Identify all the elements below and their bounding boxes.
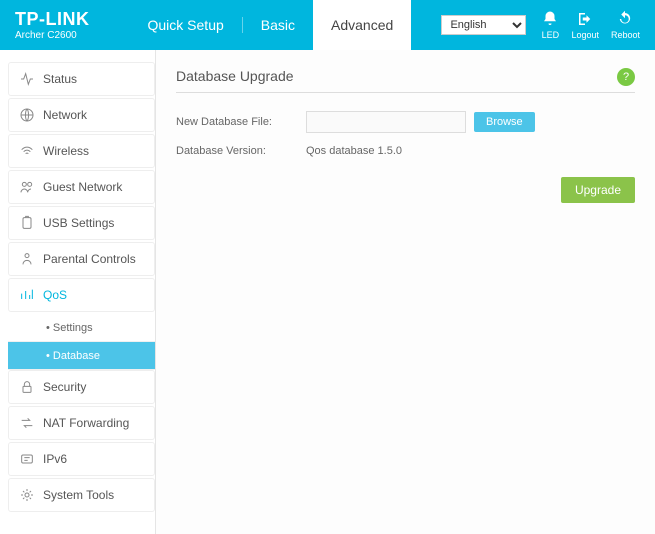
logout-icon bbox=[576, 10, 594, 28]
lock-icon bbox=[19, 379, 35, 395]
upgrade-button[interactable]: Upgrade bbox=[561, 177, 635, 203]
tab-quick-setup[interactable]: Quick Setup bbox=[130, 0, 242, 50]
reboot-button[interactable]: Reboot bbox=[611, 10, 640, 40]
guest-icon bbox=[19, 179, 35, 195]
tab-basic[interactable]: Basic bbox=[243, 0, 313, 50]
tab-advanced[interactable]: Advanced bbox=[313, 0, 411, 50]
file-row: New Database File: Browse bbox=[176, 111, 635, 133]
wifi-icon bbox=[19, 143, 35, 159]
parental-icon bbox=[19, 251, 35, 267]
header-icons: LED Logout Reboot bbox=[541, 10, 640, 40]
logout-button[interactable]: Logout bbox=[571, 10, 599, 40]
version-row: Database Version: Qos database 1.5.0 bbox=[176, 145, 635, 157]
file-label: New Database File: bbox=[176, 116, 306, 128]
main: Status Network Wireless Guest Network US… bbox=[0, 50, 655, 534]
sidebar-item-security[interactable]: Security bbox=[8, 370, 155, 404]
sidebar-item-system-tools[interactable]: System Tools bbox=[8, 478, 155, 512]
sidebar-sub-settings[interactable]: • Settings bbox=[8, 314, 155, 342]
sidebar-sub-database[interactable]: • Database bbox=[8, 342, 155, 370]
sidebar-item-network[interactable]: Network bbox=[8, 98, 155, 132]
sidebar: Status Network Wireless Guest Network US… bbox=[0, 50, 156, 534]
usb-icon bbox=[19, 215, 35, 231]
browse-button[interactable]: Browse bbox=[474, 112, 535, 132]
header: TP-LINK Archer C2600 Quick Setup Basic A… bbox=[0, 0, 655, 50]
content: ? Database Upgrade New Database File: Br… bbox=[156, 50, 655, 534]
sidebar-item-parental-controls[interactable]: Parental Controls bbox=[8, 242, 155, 276]
bell-icon bbox=[541, 10, 559, 28]
version-value: Qos database 1.5.0 bbox=[306, 145, 402, 157]
led-button[interactable]: LED bbox=[541, 10, 559, 40]
sidebar-item-wireless[interactable]: Wireless bbox=[8, 134, 155, 168]
nav-tabs: Quick Setup Basic Advanced bbox=[130, 0, 412, 50]
help-icon[interactable]: ? bbox=[617, 68, 635, 86]
sidebar-item-ipv6[interactable]: IPv6 bbox=[8, 442, 155, 476]
sidebar-item-qos[interactable]: QoS bbox=[8, 278, 155, 312]
gear-icon bbox=[19, 487, 35, 503]
version-label: Database Version: bbox=[176, 145, 306, 157]
nat-icon bbox=[19, 415, 35, 431]
brand-model: Archer C2600 bbox=[15, 30, 90, 41]
page-title: Database Upgrade bbox=[176, 68, 635, 93]
brand-logo: TP-LINK bbox=[15, 9, 90, 30]
status-icon bbox=[19, 71, 35, 87]
file-input[interactable] bbox=[306, 111, 466, 133]
qos-icon bbox=[19, 287, 35, 303]
ipv6-icon bbox=[19, 451, 35, 467]
sidebar-item-status[interactable]: Status bbox=[8, 62, 155, 96]
sidebar-item-usb-settings[interactable]: USB Settings bbox=[8, 206, 155, 240]
language-select[interactable]: English bbox=[441, 15, 526, 35]
sidebar-item-guest-network[interactable]: Guest Network bbox=[8, 170, 155, 204]
globe-icon bbox=[19, 107, 35, 123]
sidebar-item-nat-forwarding[interactable]: NAT Forwarding bbox=[8, 406, 155, 440]
reboot-icon bbox=[616, 10, 634, 28]
brand: TP-LINK Archer C2600 bbox=[15, 9, 90, 41]
